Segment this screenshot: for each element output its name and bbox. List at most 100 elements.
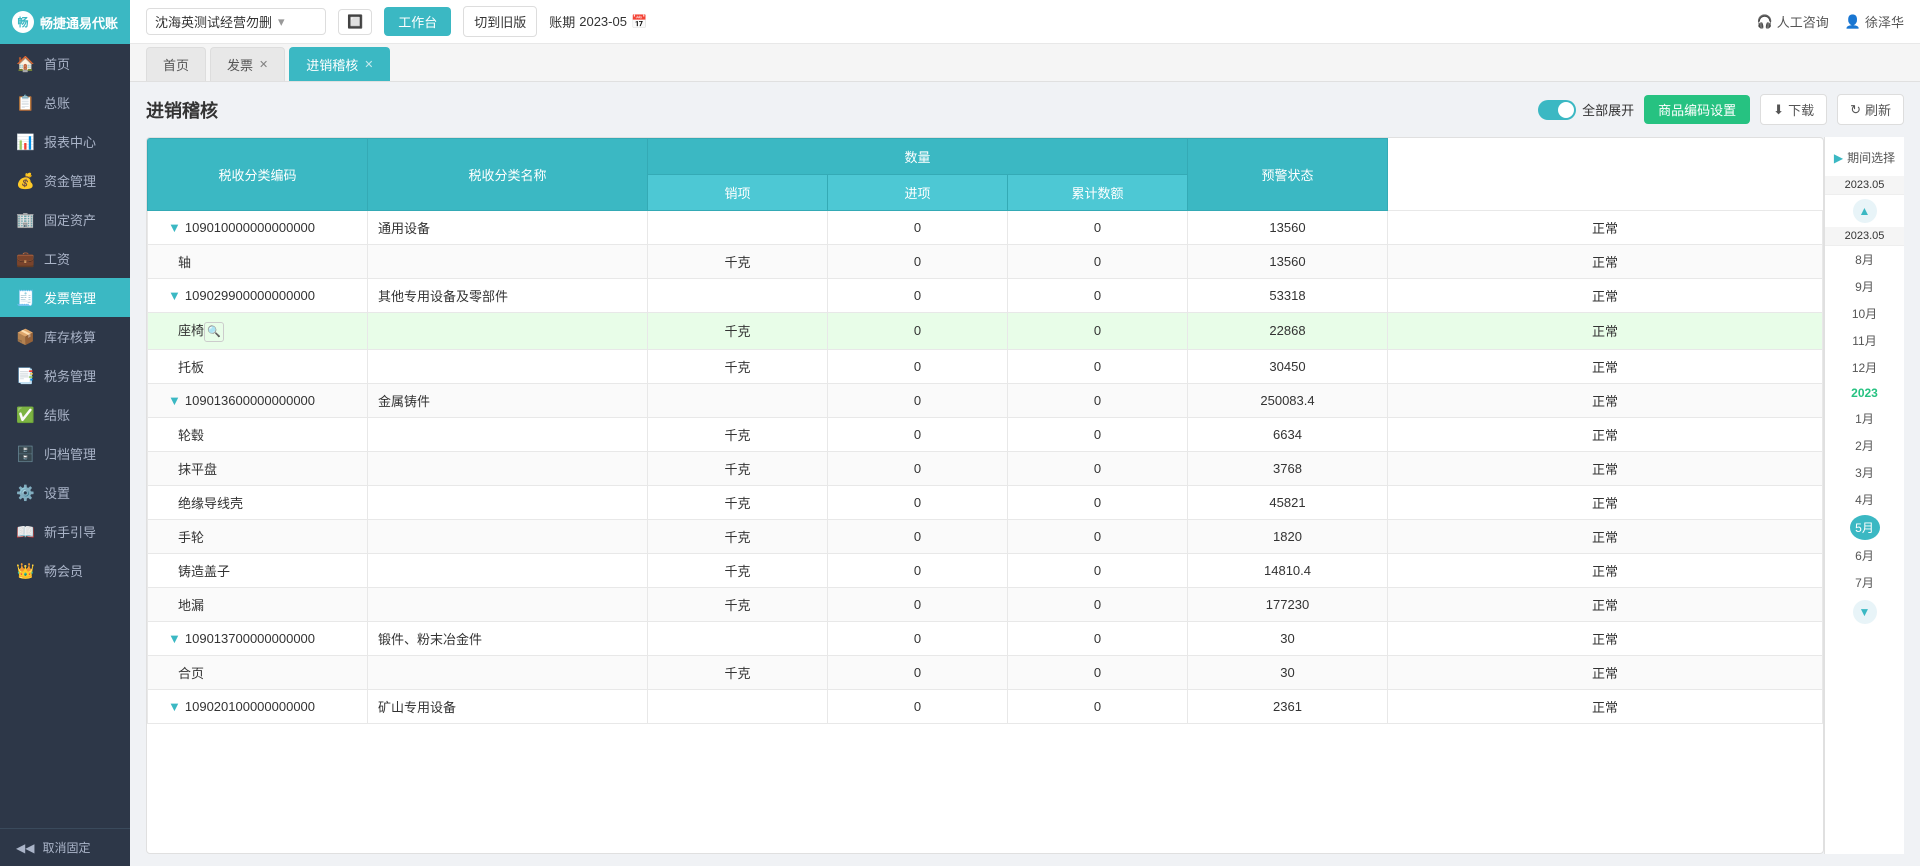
cell-child-name: 合页 <box>148 655 368 689</box>
month-1[interactable]: 1月 <box>1825 405 1904 432</box>
sidebar-item-guide[interactable]: 📖 新手引导 <box>0 512 130 551</box>
workbench-button[interactable]: 工作台 <box>384 7 451 36</box>
month-5[interactable]: 5月 <box>1850 515 1880 540</box>
cell-cumulative: 6634 <box>1188 417 1388 451</box>
main-area: 沈海英测试经营勿删 ▾ 🔲 工作台 切到旧版 账期 2023-05 📅 🎧 人工… <box>130 0 1920 866</box>
company-selector[interactable]: 沈海英测试经营勿删 ▾ <box>146 8 326 35</box>
month-7[interactable]: 7月 <box>1825 569 1904 596</box>
save-button[interactable]: 🔲 <box>338 9 372 35</box>
month-4[interactable]: 4月 <box>1825 486 1904 513</box>
switch-old-button[interactable]: 切到旧版 <box>463 6 537 37</box>
tab-home[interactable]: 首页 <box>146 47 206 81</box>
sidebar-item-settings[interactable]: ⚙️ 设置 <box>0 473 130 512</box>
cell-empty <box>368 587 648 621</box>
fund-icon: 💰 <box>16 172 34 190</box>
download-button[interactable]: ⬇ 下载 <box>1760 94 1827 125</box>
topbar: 沈海英测试经营勿删 ▾ 🔲 工作台 切到旧版 账期 2023-05 📅 🎧 人工… <box>130 0 1920 44</box>
search-icon[interactable]: 🔍 <box>204 322 224 342</box>
cell-sales: 0 <box>828 689 1008 723</box>
month-3[interactable]: 3月 <box>1825 459 1904 486</box>
cell-sales: 0 <box>828 211 1008 245</box>
cell-cumulative: 30450 <box>1188 349 1388 383</box>
month-8[interactable]: 8月 <box>1825 246 1904 273</box>
cell-purchase: 0 <box>1008 451 1188 485</box>
month-9[interactable]: 9月 <box>1825 273 1904 300</box>
cell-purchase: 0 <box>1008 621 1188 655</box>
home-icon: 🏠 <box>16 55 34 73</box>
cell-purchase: 0 <box>1008 553 1188 587</box>
support-label: 人工咨询 <box>1777 12 1829 31</box>
cell-purchase: 0 <box>1008 417 1188 451</box>
month-2[interactable]: 2月 <box>1825 432 1904 459</box>
sidebar-item-label: 总账 <box>44 93 70 112</box>
tab-invoice[interactable]: 发票 ✕ <box>210 47 285 81</box>
cell-code: ▼109013600000000000 <box>148 383 368 417</box>
cell-unit: 千克 <box>648 553 828 587</box>
report-icon: 📊 <box>16 133 34 151</box>
sidebar-item-home[interactable]: 🏠 首页 <box>0 44 130 83</box>
month-10[interactable]: 10月 <box>1825 300 1904 327</box>
th-tax-code: 税收分类编码 <box>148 139 368 211</box>
expand-toggle[interactable] <box>1538 100 1576 120</box>
cell-cumulative: 14810.4 <box>1188 553 1388 587</box>
sidebar-item-tax[interactable]: 📑 税务管理 <box>0 356 130 395</box>
sidebar-item-invoice[interactable]: 🧾 发票管理 <box>0 278 130 317</box>
th-cumulative: 累计数额 <box>1008 175 1188 211</box>
sidebar-item-payroll[interactable]: 💼 工资 <box>0 239 130 278</box>
month-12[interactable]: 12月 <box>1825 354 1904 381</box>
cell-empty <box>368 313 648 350</box>
nav-down-arrow[interactable]: ▼ <box>1853 600 1877 624</box>
cell-cumulative: 13560 <box>1188 211 1388 245</box>
download-icon: ⬇ <box>1773 102 1784 118</box>
collapse-arrow[interactable]: ▼ <box>168 631 181 646</box>
tab-home-label: 首页 <box>163 55 189 74</box>
table-wrap: 税收分类编码 税收分类名称 数量 预警状态 销项 进项 累计数额 <box>146 137 1824 854</box>
cell-child-name: 抹平盘 <box>148 451 368 485</box>
settings-icon: ⚙️ <box>16 484 34 502</box>
cell-empty <box>368 245 648 279</box>
sidebar-item-label: 畅会员 <box>44 561 83 580</box>
sidebar-item-inventory[interactable]: 📦 库存核算 <box>0 317 130 356</box>
switch-old-label: 切到旧版 <box>474 15 526 30</box>
close-icon[interactable]: ✕ <box>364 58 373 71</box>
cell-cumulative: 13560 <box>1188 245 1388 279</box>
right-panel: ▶ 期间选择 2023.05 ▲ 2023.05 8月 9月 10月 11月 1… <box>1824 137 1904 854</box>
cell-sales: 0 <box>828 383 1008 417</box>
cell-unit: 千克 <box>648 485 828 519</box>
cell-sales: 0 <box>828 587 1008 621</box>
sidebar-item-assets[interactable]: 🏢 固定资产 <box>0 200 130 239</box>
cell-empty <box>368 655 648 689</box>
cell-warning: 正常 <box>1388 587 1823 621</box>
cell-warning: 正常 <box>1388 349 1823 383</box>
sidebar: 畅 畅捷通易代账 🏠 首页 📋 总账 📊 报表中心 💰 资金管理 🏢 固定资产 … <box>0 0 130 866</box>
cell-purchase: 0 <box>1008 349 1188 383</box>
sidebar-item-report[interactable]: 📊 报表中心 <box>0 122 130 161</box>
user-item[interactable]: 👤 徐泽华 <box>1845 12 1904 31</box>
cell-purchase: 0 <box>1008 519 1188 553</box>
product-code-button[interactable]: 商品编码设置 <box>1644 95 1750 124</box>
cell-purchase: 0 <box>1008 655 1188 689</box>
company-name: 沈海英测试经营勿删 <box>155 12 272 31</box>
cell-cumulative: 3768 <box>1188 451 1388 485</box>
year-label-2023: 2023.05 <box>1825 227 1904 246</box>
sidebar-item-vip[interactable]: 👑 畅会员 <box>0 551 130 590</box>
sidebar-item-archive[interactable]: 🗄️ 归档管理 <box>0 434 130 473</box>
collapse-arrow[interactable]: ▼ <box>168 393 181 408</box>
support-item[interactable]: 🎧 人工咨询 <box>1757 12 1829 31</box>
refresh-button[interactable]: ↻ 刷新 <box>1837 94 1904 125</box>
month-11[interactable]: 11月 <box>1825 327 1904 354</box>
tab-reconcile[interactable]: 进销稽核 ✕ <box>289 47 390 81</box>
nav-up-arrow[interactable]: ▲ <box>1853 199 1877 223</box>
collapse-arrow[interactable]: ▼ <box>168 288 181 303</box>
collapse-arrow[interactable]: ▼ <box>168 220 181 235</box>
period-select-title: ▶ 期间选择 <box>1826 145 1903 170</box>
cell-purchase: 0 <box>1008 279 1188 313</box>
app-logo: 畅 畅捷通易代账 <box>0 0 130 44</box>
unpin-button[interactable]: ◀◀ 取消固定 <box>0 828 130 866</box>
collapse-arrow[interactable]: ▼ <box>168 699 181 714</box>
sidebar-item-fund[interactable]: 💰 资金管理 <box>0 161 130 200</box>
month-6[interactable]: 6月 <box>1825 542 1904 569</box>
sidebar-item-ledger[interactable]: 📋 总账 <box>0 83 130 122</box>
sidebar-item-checkout[interactable]: ✅ 结账 <box>0 395 130 434</box>
close-icon[interactable]: ✕ <box>259 58 268 71</box>
